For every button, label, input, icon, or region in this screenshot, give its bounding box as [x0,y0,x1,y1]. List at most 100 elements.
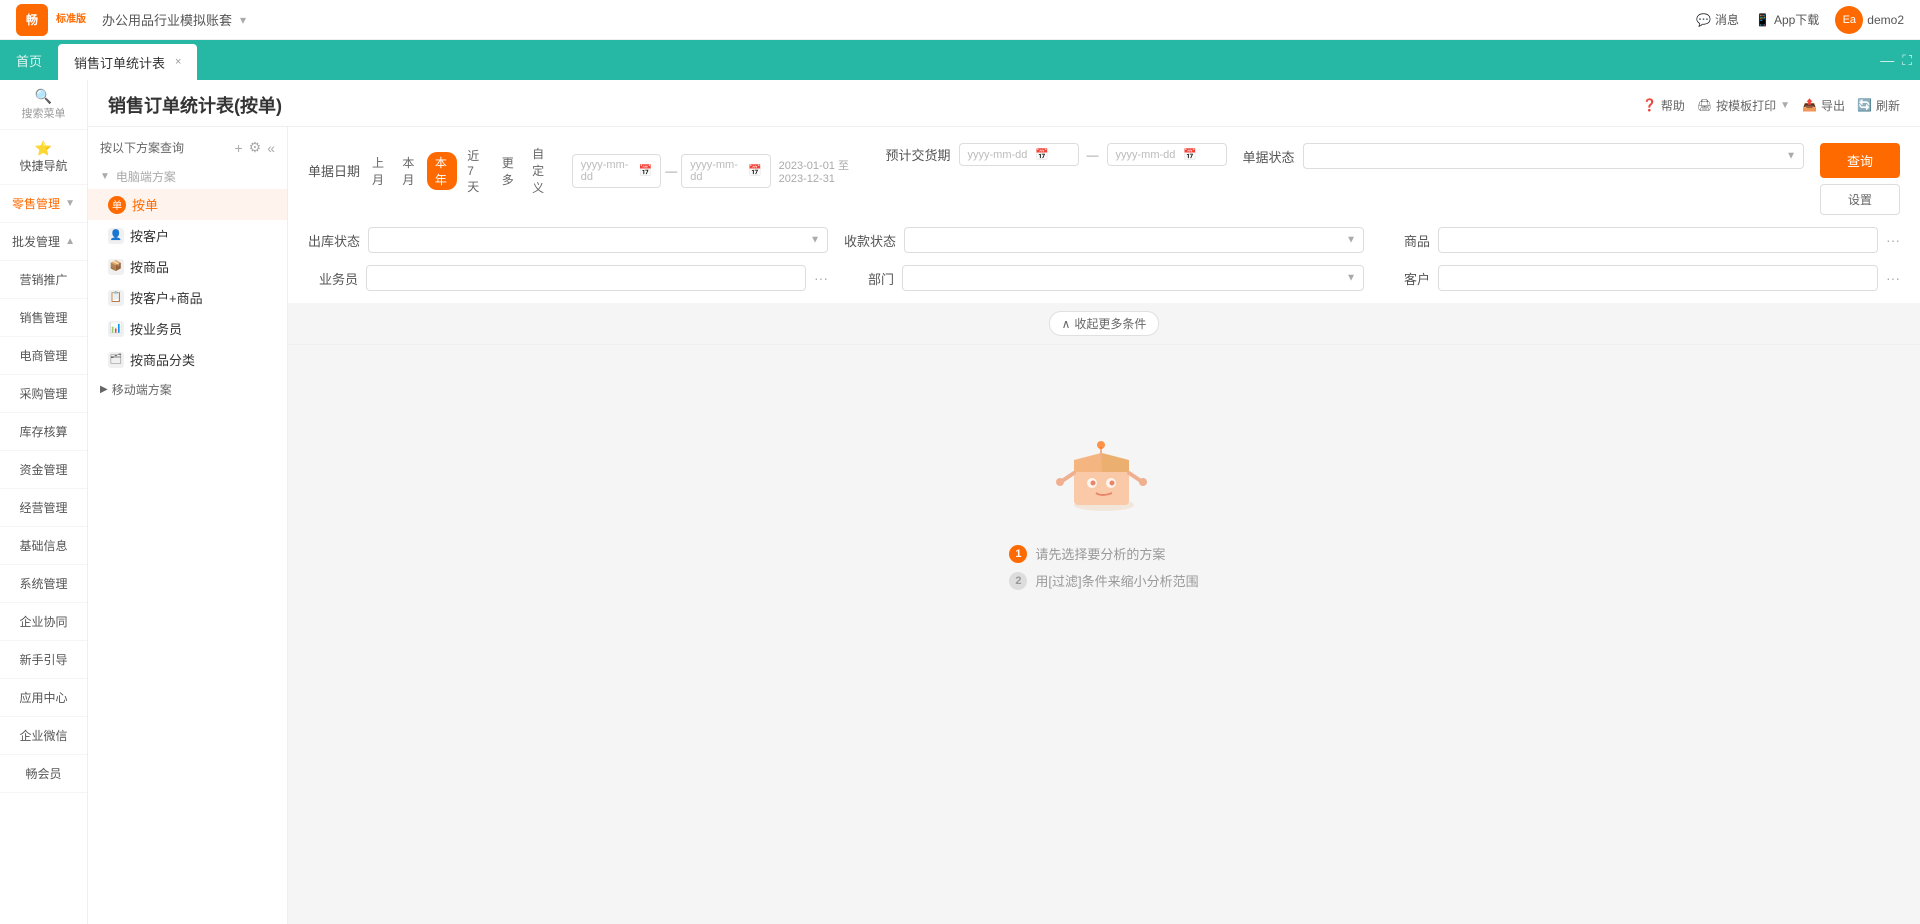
filter-department: 部门 ▼ [844,265,1364,291]
date-btn-more[interactable]: 更多 [496,152,522,190]
left-panel-add-icon[interactable]: + [234,140,242,156]
by-customer-goods-label: 按客户+商品 [130,288,203,307]
tree-item-by-customer-goods[interactable]: 📋 按客户+商品 [88,282,287,313]
filter-status-field: 单据状态 ▼ [1243,143,1805,169]
sidebar-item-basic[interactable]: 基础信息 [0,527,87,565]
sidebar-item-appstore[interactable]: 应用中心 [0,679,87,717]
settings-button[interactable]: 设置 [1820,184,1900,215]
date-range-inputs: yyyy-mm-dd 📅 — yyyy-mm-dd 📅 2023-01-01 至… [572,154,870,188]
query-button[interactable]: 查询 [1820,143,1900,178]
by-goods-icon: 📦 [108,259,124,275]
salesperson-more-icon[interactable]: ··· [814,270,828,286]
delivery-status-wrapper: ▼ [368,227,828,253]
tree-item-by-customer[interactable]: 👤 按客户 [88,220,287,251]
date-btn-this-month[interactable]: 本月 [396,152,422,190]
filter-payment-status: 收款状态 ▼ [844,227,1364,253]
date-btn-last-7[interactable]: 近7天 [461,145,491,197]
tab-minimize-icon[interactable]: — [1880,52,1894,68]
sidebar-item-inventory[interactable]: 库存核算 [0,413,87,451]
tab-sales-order[interactable]: 销售订单统计表 × [58,44,197,80]
sidebar-item-enterprise[interactable]: 企业协同 [0,603,87,641]
left-panel-header: 按以下方案查询 + ⚙ « [88,135,287,164]
sidebar-item-purchase[interactable]: 采购管理 [0,375,87,413]
filter-row-2: 出库状态 ▼ 收款状态 ▼ [308,227,1900,253]
delivery-end-input[interactable]: yyyy-mm-dd 📅 [1107,143,1227,166]
sidebar-item-wholesale[interactable]: 批发管理 ▲ [0,223,87,261]
download-label: App下载 [1774,11,1819,28]
delivery-end-placeholder: yyyy-mm-dd [1116,149,1176,161]
goods-more-icon[interactable]: ··· [1886,232,1900,248]
filter-customer: 客户 ··· [1380,265,1900,291]
date-btn-last-month[interactable]: 上月 [366,152,392,190]
tip-text-2: 用[过滤]条件来缩小分析范围 [1035,571,1198,590]
customer-more-icon[interactable]: ··· [1886,270,1900,286]
goods-input[interactable] [1438,227,1878,253]
user-menu[interactable]: Ea demo2 [1835,6,1904,34]
tab-active-label: 销售订单统计表 [74,53,165,72]
sidebar-item-search[interactable]: 🔍 搜索菜单 [0,80,87,130]
delivery-start-input[interactable]: yyyy-mm-dd 📅 [959,143,1079,166]
sidebar-sales-label: 销售管理 [19,309,67,326]
filter-row-3: 业务员 ··· 部门 ▼ [308,265,1900,291]
by-salesperson-label: 按业务员 [130,319,182,338]
sidebar-item-marketing[interactable]: 营销推广 [0,261,87,299]
filter-section: 单据日期 上月 本月 本年 近7天 更多 自定义 [288,127,1920,345]
message-label: 消息 [1715,11,1739,28]
tab-close-icon[interactable]: × [175,56,181,68]
quicknav-icon: ⭐ [35,140,52,157]
collapse-button[interactable]: ∧ 收起更多条件 [1049,311,1160,336]
message-icon: 💬 [1696,13,1711,27]
download-button[interactable]: 📱 App下载 [1755,11,1819,28]
sidebar-item-operations[interactable]: 经营管理 [0,489,87,527]
sidebar-purchase-label: 采购管理 [19,385,67,402]
mobile-section[interactable]: ▶ 移动端方案 [88,375,287,404]
status-select[interactable] [1303,143,1804,169]
date-end-placeholder: yyyy-mm-dd [690,159,740,183]
tree-item-by-goods[interactable]: 📦 按商品 [88,251,287,282]
mobile-expand-icon: ▶ [100,384,108,395]
sidebar-item-system[interactable]: 系统管理 [0,565,87,603]
left-panel-settings-icon[interactable]: ⚙ [249,139,262,156]
left-panel-collapse-icon[interactable]: « [267,140,275,156]
sidebar-item-newbie[interactable]: 新手引导 [0,641,87,679]
message-button[interactable]: 💬 消息 [1696,11,1739,28]
salesperson-input[interactable] [366,265,806,291]
sidebar-ecommerce-label: 电商管理 [19,347,67,364]
sidebar-item-sales[interactable]: 销售管理 [0,299,87,337]
tree-item-by-salesperson[interactable]: 📊 按业务员 [88,313,287,344]
department-select[interactable] [902,265,1364,291]
sidebar-basic-label: 基础信息 [19,537,67,554]
empty-svg [1044,405,1164,525]
print-button[interactable]: 🖨 按模板打印 ▼ [1697,97,1790,114]
date-start-input[interactable]: yyyy-mm-dd 📅 [572,154,661,188]
tab-home[interactable]: 首页 [0,40,58,80]
empty-state: 1 请先选择要分析的方案 2 用[过滤]条件来缩小分析范围 [288,345,1920,650]
delivery-status-select[interactable] [368,227,828,253]
tab-expand-icon[interactable]: ⛶ [1902,52,1912,69]
sidebar-item-ecommerce[interactable]: 电商管理 [0,337,87,375]
date-start-placeholder: yyyy-mm-dd [581,159,631,183]
sidebar-item-quicknav[interactable]: ⭐ 快捷导航 [0,130,87,185]
left-panel-title: 按以下方案查询 [100,139,228,156]
department-label: 部门 [844,269,894,288]
salesperson-label: 业务员 [308,269,358,288]
by-salesperson-icon: 📊 [108,321,124,337]
export-button[interactable]: 📤 导出 [1802,97,1845,114]
tree-item-by-order[interactable]: 单 按单 [88,189,287,220]
customer-input[interactable] [1438,265,1878,291]
title-dropdown-icon[interactable]: ▾ [240,13,246,27]
help-button[interactable]: ❓ 帮助 [1642,97,1685,114]
app-subtitle: 标准版 [56,14,86,26]
sidebar-item-wechat[interactable]: 企业微信 [0,717,87,755]
print-dropdown-icon[interactable]: ▼ [1780,100,1790,111]
payment-status-select[interactable] [904,227,1364,253]
date-btn-custom[interactable]: 自定义 [526,143,560,198]
refresh-button[interactable]: 🔄 刷新 [1857,97,1900,114]
sidebar-item-retail[interactable]: 零售管理 ▼ [0,185,87,223]
tree-item-by-goods-cat[interactable]: 🗂 按商品分类 [88,344,287,375]
date-end-input[interactable]: yyyy-mm-dd 📅 [681,154,770,188]
date-btn-this-year[interactable]: 本年 [427,152,457,190]
refresh-icon: 🔄 [1857,98,1872,112]
sidebar-item-finance[interactable]: 资金管理 [0,451,87,489]
sidebar-item-member[interactable]: 畅会员 [0,755,87,793]
